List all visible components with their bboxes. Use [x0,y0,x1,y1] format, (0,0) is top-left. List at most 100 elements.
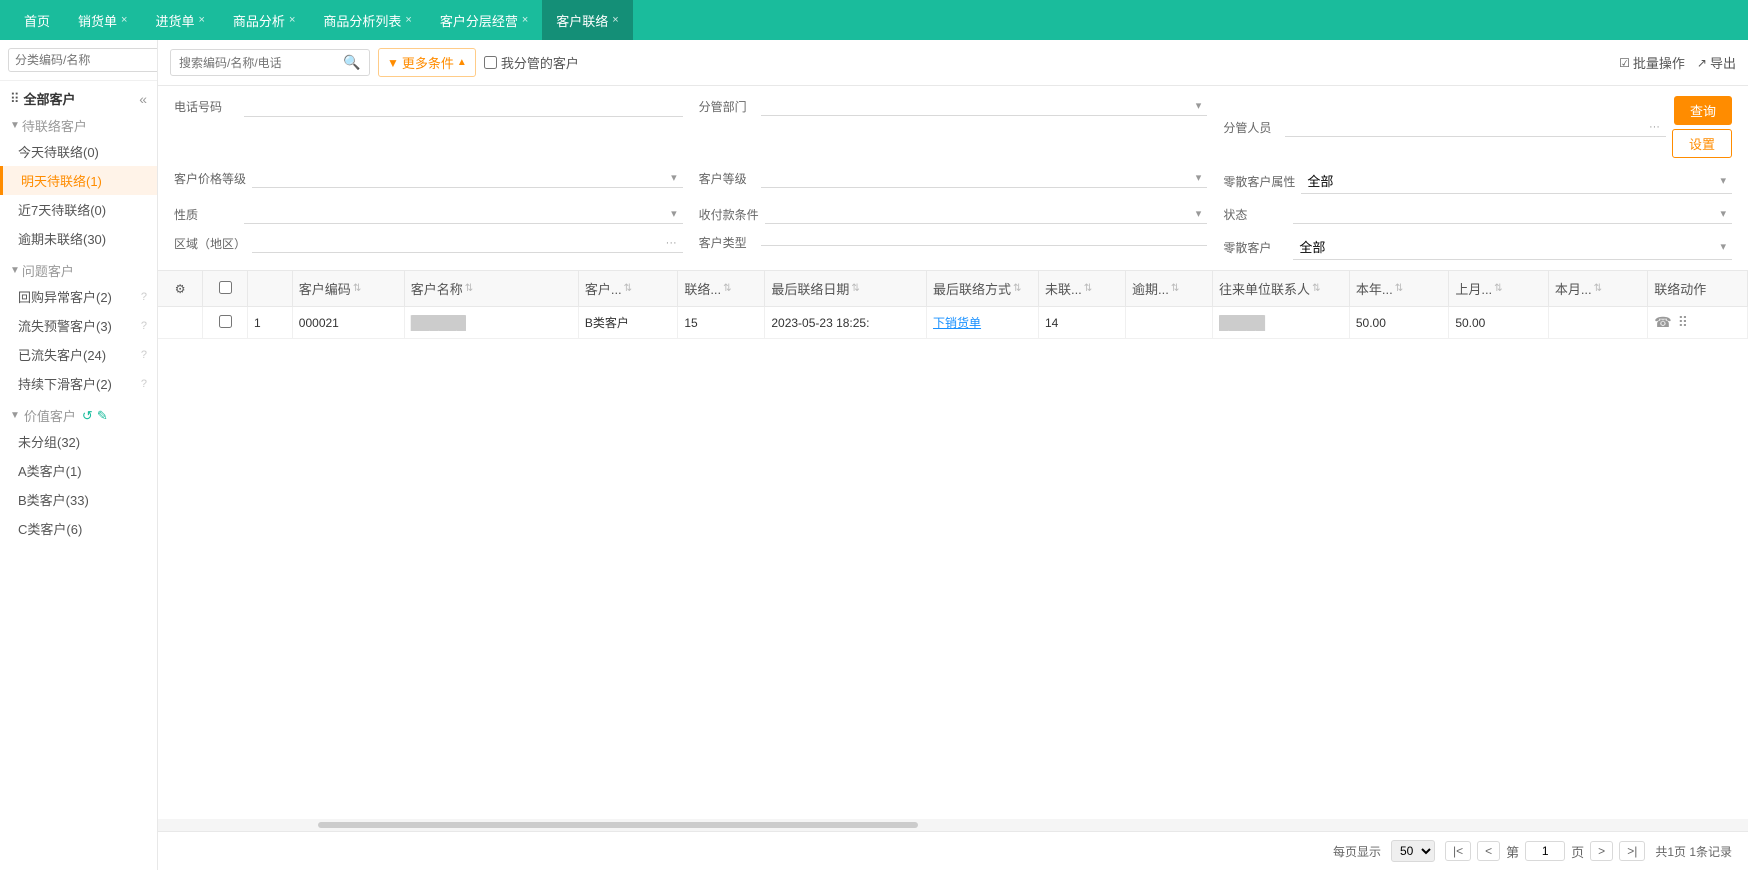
customer-level-label: 客户等级 [699,170,755,187]
footer: 每页显示 50 |< < 第 页 > >| 共1页 1条记录 [158,831,1748,870]
pager-next-btn[interactable]: > [1590,841,1613,861]
collapse-icon[interactable]: « [139,91,147,107]
customer-level-select[interactable]: ▾ [761,168,1208,188]
my-customers-check[interactable] [484,56,497,69]
price-level-select[interactable]: ▾ [252,168,683,188]
row-checkbox[interactable] [219,315,232,328]
phone-input[interactable] [244,96,683,117]
set-button[interactable]: 设置 [1672,129,1732,158]
nav-item-analysis-list[interactable]: 商品分析列表 × [309,0,425,40]
select-all-checkbox[interactable] [219,281,232,294]
col-type-header[interactable]: 客户...⇅ [578,271,677,307]
sidebar-item-churn-warning[interactable]: 流失预警客户(3) ? [0,311,157,340]
row-check[interactable] [203,307,248,339]
sidebar-item-b-class[interactable]: B类客户(33) [0,485,157,514]
region-input[interactable]: ··· [252,234,683,253]
row-lastdate: 2023-05-23 18:25: [765,307,927,339]
col-code-header[interactable]: 客户编码⇅ [292,271,404,307]
pager-prev-btn[interactable]: < [1477,841,1500,861]
pager-first-btn[interactable]: |< [1445,841,1471,861]
sidebar-item-abnormal[interactable]: 回购异常客户(2) ? [0,282,157,311]
per-page-select[interactable]: 50 [1391,840,1435,862]
sort-icon-2: ⇅ [465,283,473,294]
search-box: 🔍 [170,49,370,76]
export-btn[interactable]: ↗ 导出 [1697,53,1736,72]
col-checkbox[interactable] [203,271,248,307]
sidebar: 🔍 ⠿ 全部客户 « ▼ 待联络客户 今天待联络(0) 明天待联络(1) 近7天… [0,40,158,870]
sidebar-item-overdue[interactable]: 逾期未联络(30) [0,224,157,253]
retail-attr-select[interactable]: 全部 ▾ [1301,168,1732,194]
sidebar-item-churned[interactable]: 已流失客户(24) ? [0,340,157,369]
nature-select[interactable]: ▾ [244,204,683,224]
dots-icon[interactable]: ··· [1649,121,1660,133]
col-lastdate-header[interactable]: 最后联络日期⇅ [765,271,927,307]
more-action-icon[interactable]: ⠿ [1678,314,1688,331]
close-icon[interactable]: × [612,14,618,26]
my-customers-checkbox[interactable]: 我分管的客户 [484,53,579,72]
page-label: 第 [1506,842,1519,861]
batch-operation-btn[interactable]: ☑ 批量操作 [1619,53,1685,72]
col-name-header[interactable]: 客户名称⇅ [404,271,578,307]
all-customers-label[interactable]: 全部客户 [24,89,76,108]
query-button[interactable]: 查询 [1674,96,1732,125]
close-icon[interactable]: × [522,14,528,26]
dept-select[interactable]: ▾ [761,96,1208,116]
sidebar-item-c-class[interactable]: C类客户(6) [0,514,157,543]
sidebar-search-input[interactable] [8,48,158,72]
phone-action-icon[interactable]: ☎ [1654,314,1671,331]
sidebar-item-today[interactable]: 今天待联络(0) [0,137,157,166]
row-type: B类客户 [578,307,677,339]
value-section-label: 价值客户 [24,406,76,425]
col-overdue-header[interactable]: 逾期...⇅ [1126,271,1213,307]
nav-item-customer-contact[interactable]: 客户联络 × [542,0,632,40]
help-icon-4: ? [141,378,147,390]
sidebar-item-ungrouped[interactable]: 未分组(32) [0,427,157,456]
refresh-icon[interactable]: ↺ [82,408,93,424]
nav-home[interactable]: 首页 [10,0,64,40]
col-contact-header[interactable]: 联络...⇅ [678,271,765,307]
pager-last-btn[interactable]: >| [1619,841,1645,861]
close-icon[interactable]: × [405,14,411,26]
sidebar-item-week[interactable]: 近7天待联络(0) [0,195,157,224]
status-label: 状态 [1223,206,1287,223]
nav-item-sales[interactable]: 销货单 × [64,0,141,40]
person-select[interactable]: ··· [1285,118,1666,137]
sort-icon-7: ⇅ [1084,283,1092,294]
close-icon[interactable]: × [121,14,127,26]
more-conditions-btn[interactable]: ▼ 更多条件 ▲ [378,48,476,77]
col-unlink-header[interactable]: 未联...⇅ [1038,271,1125,307]
payment-select[interactable]: ▾ [765,204,1208,224]
dots-icon-2[interactable]: ··· [666,237,677,249]
sidebar-item-declining[interactable]: 持续下滑客户(2) ? [0,369,157,398]
search-input[interactable] [179,56,339,70]
page-input[interactable] [1525,841,1565,861]
arrow-down-icon: ▼ [10,120,20,131]
col-lastway-header[interactable]: 最后联络方式⇅ [927,271,1039,307]
customer-type-select[interactable] [761,239,1208,246]
horizontal-scrollbar[interactable] [158,819,1748,831]
sidebar-item-tomorrow[interactable]: 明天待联络(1) [0,166,157,195]
col-setting[interactable]: ⚙ [158,271,203,307]
retail-customer-select[interactable]: 全部 ▾ [1293,234,1732,260]
edit-icon[interactable]: ✎ [97,408,108,424]
nav-item-purchase[interactable]: 进货单 × [141,0,218,40]
row-thisyear: 50.00 [1349,307,1448,339]
search-submit-icon[interactable]: 🔍 [343,54,360,71]
nav-item-customer-ops[interactable]: 客户分层经营 × [426,0,542,40]
chevron-down-icon-8: ▾ [1720,240,1726,253]
close-icon[interactable]: × [198,14,204,26]
sort-icon: ⇅ [353,283,361,294]
col-thisyear-header[interactable]: 本年...⇅ [1349,271,1448,307]
col-contact-person-header[interactable]: 往来单位联系人⇅ [1213,271,1350,307]
row-setting [158,307,203,339]
row-contact-person: █████ [1213,307,1350,339]
nav-item-analysis[interactable]: 商品分析 × [219,0,309,40]
col-lastmonth-header[interactable]: 上月...⇅ [1449,271,1548,307]
col-action-header: 联络动作 [1648,271,1748,307]
close-icon[interactable]: × [289,14,295,26]
col-thismonth-header[interactable]: 本月...⇅ [1548,271,1647,307]
chevron-down-icon-5: ▾ [671,207,677,220]
status-select[interactable]: ▾ [1293,204,1732,224]
row-lastway[interactable]: 下销货单 [927,307,1039,339]
sidebar-item-a-class[interactable]: A类客户(1) [0,456,157,485]
